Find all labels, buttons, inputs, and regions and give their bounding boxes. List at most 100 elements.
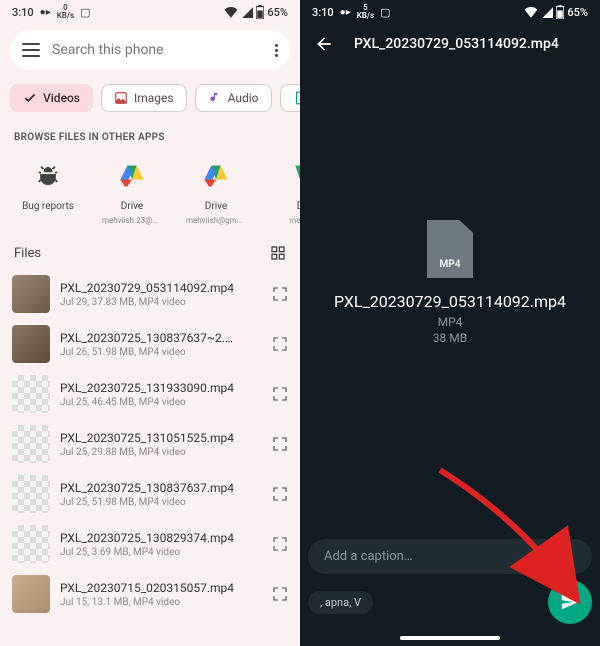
file-meta: Jul 25, 51.98 MB, MP4 video <box>60 497 262 508</box>
back-icon[interactable] <box>314 34 334 54</box>
battery-icon <box>256 5 264 19</box>
file-name: PXL_20230725_130837637~2.… <box>60 331 262 345</box>
chip-documents[interactable]: Do <box>280 84 300 112</box>
search-input[interactable] <box>52 42 263 58</box>
preview-filesize: 38 MB <box>433 331 467 345</box>
preview-filetype: MP4 <box>438 315 463 329</box>
document-icon <box>293 91 300 105</box>
signal-icon <box>241 6 253 18</box>
app-sublabel: mehviish.23@gma… <box>102 216 162 225</box>
expand-icon[interactable] <box>272 586 288 602</box>
status-bar: 3:10 ●▸ 5KB/s ▢ 65% <box>300 0 600 24</box>
file-meta: Jul 15, 13.1 MB, MP4 video <box>60 597 262 608</box>
file-meta: Jul 25, 46.45 MB, MP4 video <box>60 397 262 408</box>
filter-chips: Videos Images Audio Do <box>0 76 300 120</box>
preview-title: PXL_20230729_053114092.mp4 <box>354 36 559 52</box>
battery-pct: 65% <box>567 6 588 19</box>
preview-header: PXL_20230729_053114092.mp4 <box>300 24 600 64</box>
network-speed: 0KB/s <box>57 4 74 20</box>
network-speed: 5KB/s <box>357 4 374 20</box>
app-sublabel: mehvi <box>289 216 300 225</box>
grid-view-icon[interactable] <box>270 245 286 261</box>
send-button[interactable] <box>548 580 592 624</box>
calendar-icon: ▢ <box>380 6 390 19</box>
thumbnail <box>12 275 50 313</box>
app-label: Drive <box>205 201 227 212</box>
file-item[interactable]: PXL_20230725_130837637~2.… Jul 26, 51.98 … <box>0 319 300 369</box>
expand-icon[interactable] <box>272 286 288 302</box>
file-item[interactable]: PXL_20230725_130837637.mp4Jul 25, 51.98 … <box>0 469 300 519</box>
file-item[interactable]: PXL_20230725_130829374.mp4 Jul 25, 3.69 M… <box>0 519 300 569</box>
status-time: 3:10 <box>12 6 34 19</box>
file-name: PXL_20230725_131051525.mp4 <box>60 431 262 445</box>
rec-icon: ●▸ <box>40 7 51 18</box>
more-icon[interactable] <box>275 44 278 57</box>
expand-icon[interactable] <box>272 486 288 502</box>
menu-icon[interactable] <box>22 43 40 57</box>
drive-icon <box>202 162 230 190</box>
recipient-chip[interactable]: , apna, V <box>308 591 373 614</box>
file-item[interactable]: PXL_20230729_053114092.mp4 Jul 29, 37.83 … <box>0 269 300 319</box>
check-icon <box>23 91 37 105</box>
drive-icon <box>118 162 146 190</box>
file-item[interactable]: PXL_20230715_020315057.mp4 Jul 15, 13.1 M… <box>0 569 300 619</box>
app-sublabel: mehviish@gmail.c… <box>186 216 246 225</box>
file-name: PXL_20230729_053114092.mp4 <box>60 281 262 295</box>
file-meta: Jul 25, 3.69 MB, MP4 video <box>60 547 262 558</box>
wifi-icon <box>524 6 538 18</box>
bug-icon <box>34 162 62 190</box>
drive-icon <box>286 162 300 190</box>
thumbnail <box>12 475 50 513</box>
file-preview: MP4 PXL_20230729_053114092.mp4 MP4 38 MB <box>300 220 600 345</box>
section-title-browse: BROWSE FILES IN OTHER APPS <box>0 120 300 151</box>
app-drive-3[interactable]: D mehvi <box>270 155 300 225</box>
app-bug-reports[interactable]: Bug reports <box>18 155 78 225</box>
image-icon <box>114 91 128 105</box>
bottom-controls: Add a caption… , apna, V <box>300 539 600 646</box>
app-label: Drive <box>121 201 143 212</box>
app-label: Bug reports <box>22 201 74 212</box>
expand-icon[interactable] <box>272 336 288 352</box>
chip-label: Images <box>134 91 174 105</box>
send-icon <box>559 591 581 613</box>
expand-icon[interactable] <box>272 436 288 452</box>
audio-icon <box>208 91 222 105</box>
apps-row: Bug reports Drive mehviish.23@gma… Drive… <box>0 151 300 237</box>
chip-audio[interactable]: Audio <box>195 84 272 112</box>
signal-icon <box>541 6 553 18</box>
rec-icon: ●▸ <box>340 7 351 18</box>
calendar-icon: ▢ <box>80 6 90 19</box>
thumbnail <box>12 575 50 613</box>
preview-filename: PXL_20230729_053114092.mp4 <box>314 292 586 311</box>
app-drive-2[interactable]: Drive mehviish@gmail.c… <box>186 155 246 225</box>
file-meta: Jul 29, 37.83 MB, MP4 video <box>60 297 262 308</box>
whatsapp-send-screen: 3:10 ●▸ 5KB/s ▢ 65% PXL_20230729_0531140… <box>300 0 600 646</box>
thumbnail <box>12 525 50 563</box>
status-bar: 3:10 ●▸ 0KB/s ▢ 65% <box>0 0 300 24</box>
caption-input[interactable]: Add a caption… <box>308 539 592 574</box>
file-meta: Jul 25, 29.88 MB, MP4 video <box>60 447 262 458</box>
wifi-icon <box>224 6 238 18</box>
battery-icon <box>556 5 564 19</box>
search-bar[interactable] <box>10 30 290 70</box>
battery-pct: 65% <box>267 6 288 19</box>
file-name: PXL_20230725_131933090.mp4 <box>60 381 262 395</box>
file-item[interactable]: PXL_20230725_131051525.mp4 Jul 25, 29.88 … <box>0 419 300 469</box>
file-meta: Jul 26, 51.98 MB, MP4 video <box>60 347 262 358</box>
chip-label: Audio <box>228 91 259 105</box>
thumbnail <box>12 375 50 413</box>
file-picker-screen: 3:10 ●▸ 0KB/s ▢ 65% Videos Images Audio <box>0 0 300 646</box>
expand-icon[interactable] <box>272 536 288 552</box>
expand-icon[interactable] <box>272 386 288 402</box>
file-name: PXL_20230725_130829374.mp4 <box>60 531 262 545</box>
file-name: PXL_20230715_020315057.mp4 <box>60 581 262 595</box>
chip-images[interactable]: Images <box>101 84 187 112</box>
file-item[interactable]: PXL_20230725_131933090.mp4 Jul 25, 46.45 … <box>0 369 300 419</box>
chip-videos[interactable]: Videos <box>10 84 93 112</box>
thumbnail <box>12 325 50 363</box>
nav-handle <box>400 636 500 640</box>
file-list: PXL_20230729_053114092.mp4 Jul 29, 37.83 … <box>0 269 300 619</box>
files-label: Files <box>14 246 41 261</box>
files-header: Files <box>0 237 300 269</box>
app-drive-1[interactable]: Drive mehviish.23@gma… <box>102 155 162 225</box>
